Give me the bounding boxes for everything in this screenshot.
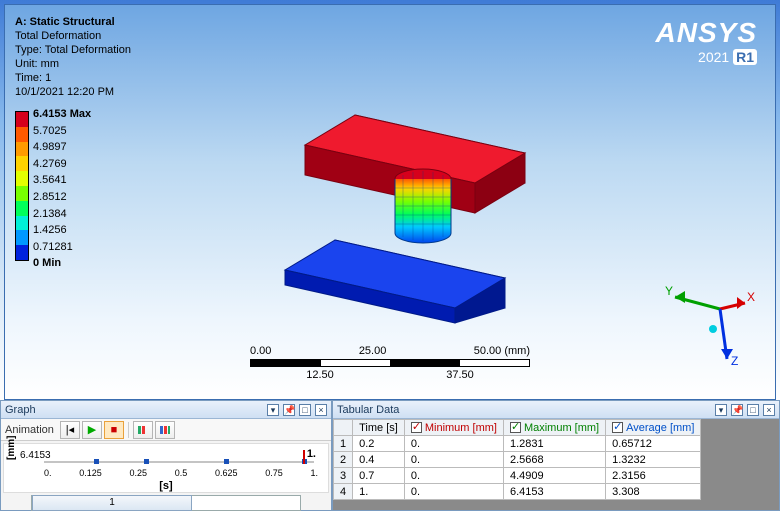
anim-play-button[interactable]: ▶	[82, 421, 102, 439]
tabular-panel-title: Tabular Data	[337, 404, 399, 416]
viewport-inner: A: Static Structural Total Deformation T…	[4, 4, 776, 400]
pin-icon[interactable]: 📌	[731, 404, 743, 416]
graph-y-unit: [mm]	[6, 436, 17, 460]
graph-plot-area[interactable]: [mm] 6.4153 1. 0.0.1250.250.50.6250.751.…	[3, 443, 329, 493]
close-icon[interactable]: ×	[315, 404, 327, 416]
logo-version: 2021 R1	[656, 49, 757, 65]
ansys-logo: ANSYS 2021 R1	[656, 17, 757, 65]
maximize-icon[interactable]: □	[747, 404, 759, 416]
graph-panel-title: Graph	[5, 404, 36, 416]
triad-y-label: Y	[665, 284, 673, 298]
pin-icon[interactable]: 📌	[283, 404, 295, 416]
animation-label: Animation	[5, 424, 54, 436]
result-label: Total Deformation	[15, 29, 131, 43]
graph-panel-header[interactable]: Graph ▾ 📌 □ ×	[1, 401, 331, 419]
col-time[interactable]: Time [s]	[353, 420, 405, 436]
table-row[interactable]: 30.70.4.49092.3156	[334, 468, 701, 484]
unit-label: Unit: mm	[15, 57, 131, 71]
close-icon[interactable]: ×	[763, 404, 775, 416]
result-type-label: Type: Total Deformation	[15, 43, 131, 57]
checkbox-icon[interactable]	[510, 422, 521, 433]
orientation-triad[interactable]: Y X Z	[655, 279, 755, 369]
graph-panel: Graph ▾ 📌 □ × Animation |◂ ▶ ■ [mm] 6.41…	[0, 400, 332, 511]
anim-first-button[interactable]: |◂	[60, 421, 80, 439]
model-geometry[interactable]	[265, 105, 565, 328]
animation-toolbar: Animation |◂ ▶ ■	[1, 419, 331, 441]
maximize-icon[interactable]: □	[299, 404, 311, 416]
anim-mode2-button[interactable]	[155, 421, 175, 439]
checkbox-icon[interactable]	[612, 422, 623, 433]
datetime-label: 10/1/2021 12:20 PM	[15, 85, 131, 99]
table-row[interactable]: 10.20.1.28310.65712	[334, 436, 701, 452]
table-row[interactable]: 20.40.2.56681.3232	[334, 452, 701, 468]
result-info-block: A: Static Structural Total Deformation T…	[15, 15, 131, 99]
slider-thumb[interactable]: 1	[32, 495, 192, 511]
graph-x-ticks: 0.0.1250.250.50.6250.751.	[44, 468, 318, 478]
anim-stop-button[interactable]: ■	[104, 421, 124, 439]
tabular-panel-header[interactable]: Tabular Data ▾ 📌 □ ×	[333, 401, 779, 419]
anim-mode1-button[interactable]	[133, 421, 153, 439]
ruler-scale-bar: 0.00 25.00 50.00 (mm) 12.50 37.50	[250, 345, 530, 381]
table-header-row: Time [s] Minimum [mm] Maximum [mm] Avera…	[334, 420, 701, 436]
dropdown-icon[interactable]: ▾	[715, 404, 727, 416]
dropdown-icon[interactable]: ▾	[267, 404, 279, 416]
analysis-system-label: A: Static Structural	[15, 15, 131, 29]
contour-legend[interactable]: 6.4153 Max 5.7025 4.9897 4.2769 3.5641 2…	[15, 111, 29, 261]
time-label: Time: 1	[15, 71, 131, 85]
graph-range-slider[interactable]: 1	[31, 495, 301, 511]
triad-z-label: Z	[731, 354, 738, 368]
legend-labels: 6.4153 Max 5.7025 4.9897 4.2769 3.5641 2…	[33, 106, 91, 272]
tabular-data-table[interactable]: Time [s] Minimum [mm] Maximum [mm] Avera…	[333, 419, 701, 500]
tabular-data-panel: Tabular Data ▾ 📌 □ × Time [s] Minimum [m…	[332, 400, 780, 511]
checkbox-icon[interactable]	[411, 422, 422, 433]
col-minimum[interactable]: Minimum [mm]	[404, 420, 503, 436]
graph-x-title: [s]	[159, 480, 172, 492]
graphics-viewport[interactable]: A: Static Structural Total Deformation T…	[0, 0, 780, 400]
col-rownum	[334, 420, 353, 436]
col-average[interactable]: Average [mm]	[606, 420, 701, 436]
triad-x-label: X	[747, 290, 755, 304]
logo-brand: ANSYS	[656, 17, 757, 49]
col-maximum[interactable]: Maximum [mm]	[503, 420, 605, 436]
table-row[interactable]: 41.0.6.41533.308	[334, 484, 701, 500]
tabular-body[interactable]: Time [s] Minimum [mm] Maximum [mm] Avera…	[333, 419, 779, 510]
legend-color-bar	[15, 111, 29, 261]
